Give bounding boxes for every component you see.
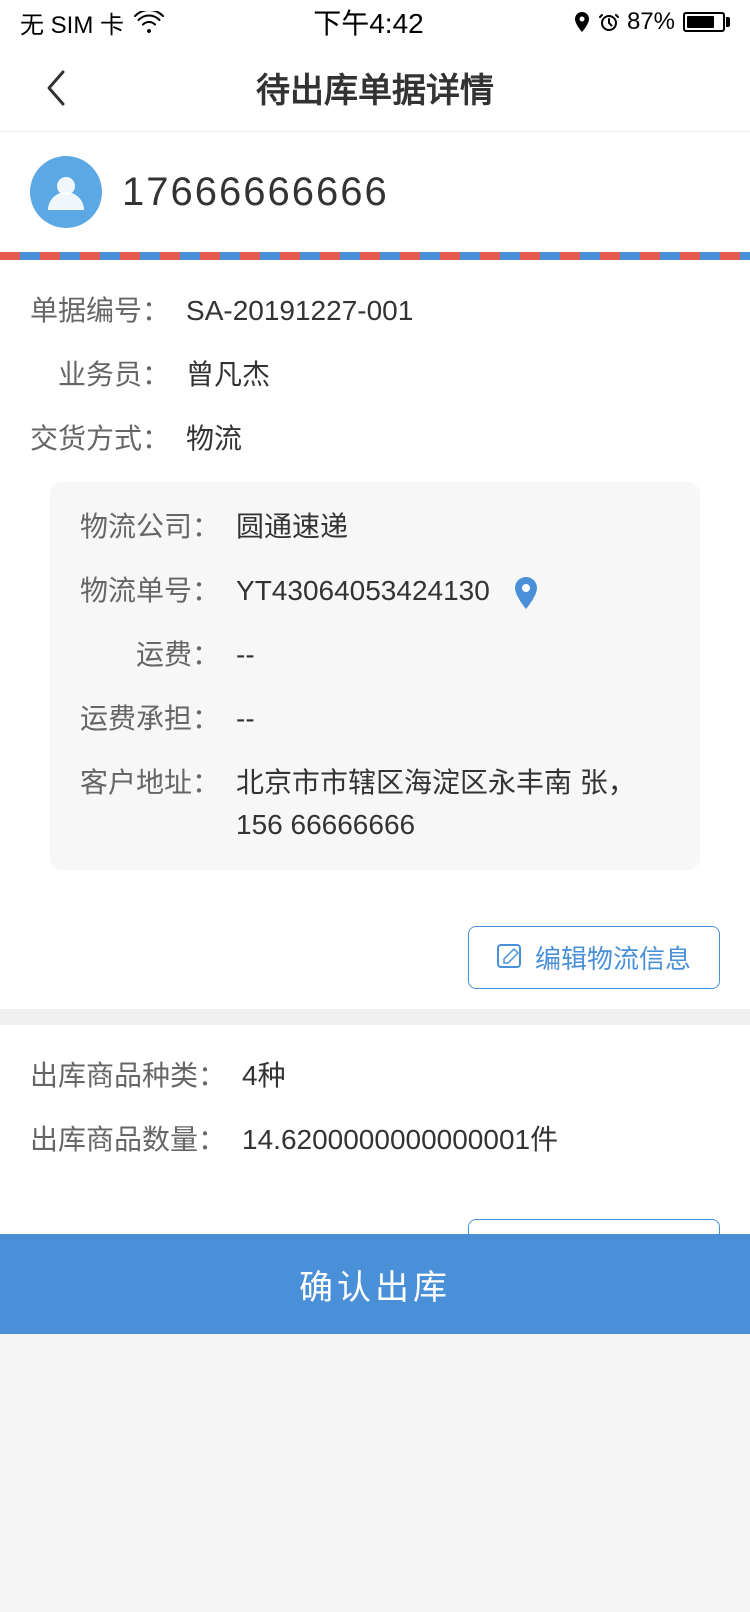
tracking-location-icon[interactable] (508, 575, 544, 611)
user-phone: 17666666666 (122, 170, 389, 215)
page-title: 待出库单据详情 (256, 63, 494, 112)
status-bar: 无 SIM 卡 下午4:42 87% (0, 0, 750, 44)
status-right: 87% (573, 8, 730, 36)
wifi-icon (134, 11, 164, 33)
status-left: 无 SIM 卡 (20, 5, 164, 40)
order-number-label: 单据编号： (30, 290, 170, 332)
back-button[interactable] (30, 63, 80, 113)
goods-type-row: 出库商品种类： 4种 (30, 1055, 720, 1097)
order-number-row: 单据编号： SA-20191227-001 (30, 290, 720, 332)
delivery-method-row: 交货方式： 物流 (30, 418, 720, 460)
delivery-method-value: 物流 (186, 418, 720, 460)
salesperson-label: 业务员： (30, 354, 170, 396)
status-time: 下午4:42 (313, 2, 424, 42)
customer-address-row: 客户地址： 北京市市辖区海淀区永丰南 张，156 66666666 (80, 762, 670, 846)
logistics-card: 物流公司： 圆通速递 物流单号： YT43064053424130 运费： (50, 482, 700, 870)
freight-label: 运费： (80, 634, 220, 676)
logistics-company-value: 圆通速递 (236, 506, 670, 548)
edit-logistics-button[interactable]: 编辑物流信息 (468, 926, 720, 989)
goods-type-label: 出库商品种类： (30, 1055, 226, 1097)
confirm-button-bar[interactable]: 确认出库 (0, 1234, 750, 1334)
carrier-label: 无 SIM 卡 (20, 5, 124, 40)
battery-percent: 87% (627, 8, 675, 36)
delivery-method-label: 交货方式： (30, 418, 170, 460)
battery-icon (683, 12, 730, 32)
goods-quantity-label: 出库商品数量： (30, 1119, 226, 1161)
edit-icon (497, 944, 525, 972)
tracking-number-row: 物流单号： YT43064053424130 (80, 570, 670, 612)
dashed-divider (0, 252, 750, 260)
user-avatar (30, 156, 102, 228)
goods-quantity-row: 出库商品数量： 14.6200000000000001件 (30, 1119, 720, 1161)
order-info-section: 单据编号： SA-20191227-001 业务员： 曾凡杰 交货方式： 物流 … (0, 260, 750, 910)
goods-quantity-value: 14.6200000000000001件 (242, 1119, 720, 1161)
nav-bar: 待出库单据详情 (0, 44, 750, 132)
user-header: 17666666666 (0, 132, 750, 252)
section-separator (0, 1009, 750, 1025)
freight-bearer-label: 运费承担： (80, 698, 220, 740)
location-active-icon (573, 11, 591, 33)
salesperson-value: 曾凡杰 (186, 354, 720, 396)
tracking-number-value: YT43064053424130 (236, 570, 670, 612)
customer-address-label: 客户地址： (80, 762, 220, 804)
goods-type-value: 4种 (242, 1055, 720, 1097)
freight-bearer-value: -- (236, 698, 670, 740)
freight-bearer-row: 运费承担： -- (80, 698, 670, 740)
logistics-company-row: 物流公司： 圆通速递 (80, 506, 670, 548)
order-number-value: SA-20191227-001 (186, 290, 720, 332)
logistics-company-label: 物流公司： (80, 506, 220, 548)
edit-logistics-label: 编辑物流信息 (535, 939, 691, 976)
confirm-button-label: 确认出库 (299, 1260, 451, 1309)
freight-value: -- (236, 634, 670, 676)
alarm-icon (599, 11, 619, 33)
freight-row: 运费： -- (80, 634, 670, 676)
salesperson-row: 业务员： 曾凡杰 (30, 354, 720, 396)
tracking-number-label: 物流单号： (80, 570, 220, 612)
customer-address-value: 北京市市辖区海淀区永丰南 张，156 66666666 (236, 762, 670, 846)
bottom-spacer (0, 1312, 750, 1512)
goods-section: 出库商品种类： 4种 出库商品数量： 14.6200000000000001件 (0, 1025, 750, 1203)
edit-logistics-container: 编辑物流信息 (0, 910, 750, 1009)
